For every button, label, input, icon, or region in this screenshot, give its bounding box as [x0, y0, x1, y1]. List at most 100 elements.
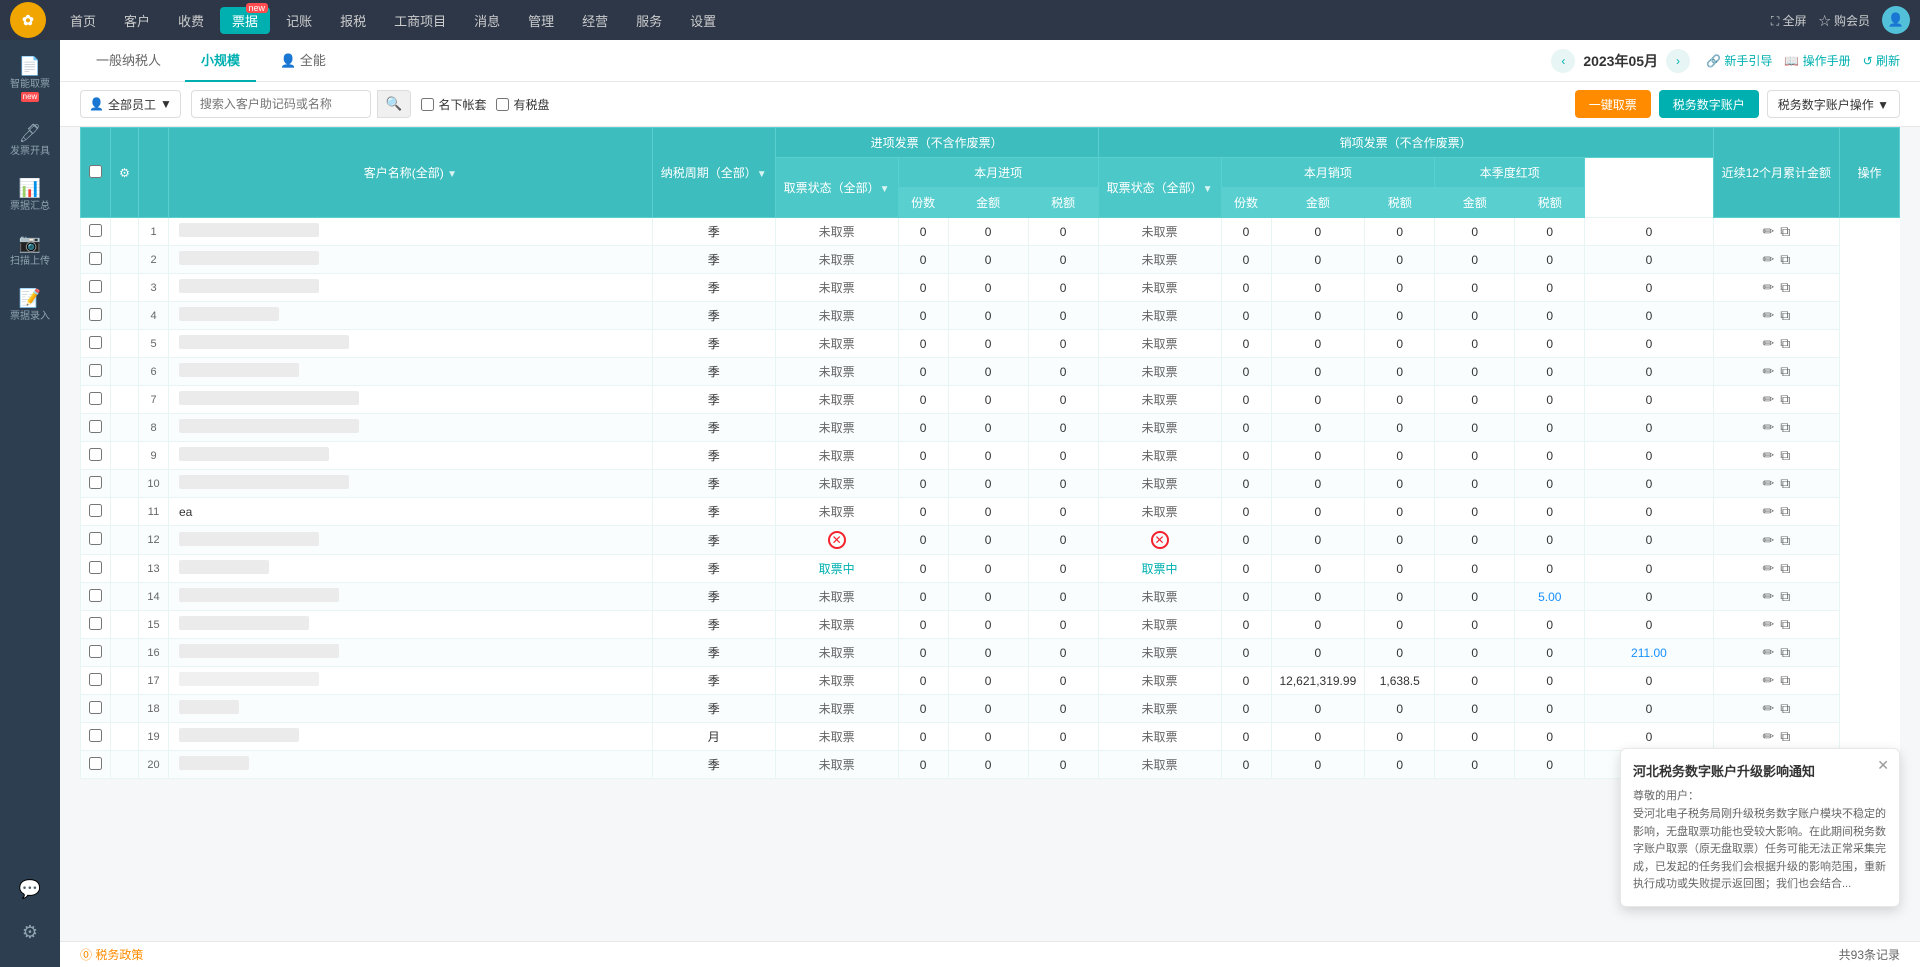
- edit-icon[interactable]: ✏: [1762, 391, 1774, 408]
- row-checkbox-cell[interactable]: [81, 302, 111, 330]
- sidebar-item-scan-upload[interactable]: 📷 扫描上传: [4, 225, 56, 276]
- edit-icon[interactable]: ✏: [1762, 419, 1774, 436]
- row-checkbox-cell[interactable]: [81, 386, 111, 414]
- nav-operation[interactable]: 经营: [570, 7, 620, 34]
- search-input[interactable]: [191, 90, 371, 118]
- row-checkbox-cell[interactable]: [81, 274, 111, 302]
- th-client-name[interactable]: 客户名称(全部) ▼: [169, 128, 653, 218]
- row-checkbox-cell[interactable]: [81, 526, 111, 555]
- edit-icon[interactable]: ✏: [1762, 251, 1774, 268]
- copy-icon[interactable]: ⧉: [1780, 644, 1790, 661]
- tax-disk-checkbox-label[interactable]: 有税盘: [496, 96, 549, 113]
- row-checkbox-cell[interactable]: [81, 639, 111, 667]
- copy-icon[interactable]: ⧉: [1780, 672, 1790, 689]
- select-all-checkbox[interactable]: [89, 165, 102, 178]
- copy-icon[interactable]: ⧉: [1780, 700, 1790, 717]
- refresh-btn[interactable]: ↺ 刷新: [1863, 52, 1900, 69]
- nav-settings[interactable]: 设置: [678, 7, 728, 34]
- copy-icon[interactable]: ⧉: [1780, 503, 1790, 520]
- row-checkbox[interactable]: [89, 392, 102, 405]
- edit-icon[interactable]: ✏: [1762, 588, 1774, 605]
- th-settings[interactable]: ⚙: [111, 128, 139, 218]
- nav-tax[interactable]: 报税: [328, 7, 378, 34]
- row-checkbox[interactable]: [89, 364, 102, 377]
- copy-icon[interactable]: ⧉: [1780, 279, 1790, 296]
- edit-icon[interactable]: ✏: [1762, 728, 1774, 745]
- row-checkbox[interactable]: [89, 673, 102, 686]
- th-checkbox[interactable]: [81, 128, 111, 218]
- tab-small-scale[interactable]: 小规模: [185, 40, 256, 82]
- sidebar-item-invoice-summary[interactable]: 📊 票据汇总: [4, 170, 56, 221]
- edit-icon[interactable]: ✏: [1762, 223, 1774, 240]
- nav-service[interactable]: 服务: [624, 7, 674, 34]
- copy-icon[interactable]: ⧉: [1780, 560, 1790, 577]
- row-checkbox-cell[interactable]: [81, 498, 111, 526]
- row-checkbox[interactable]: [89, 280, 102, 293]
- edit-icon[interactable]: ✏: [1762, 447, 1774, 464]
- row-checkbox-cell[interactable]: [81, 246, 111, 274]
- subledger-checkbox-label[interactable]: 名下帐套: [421, 96, 486, 113]
- edit-icon[interactable]: ✏: [1762, 700, 1774, 717]
- sidebar-item-invoice-open[interactable]: 🖊 发票开具: [4, 115, 56, 166]
- edit-icon[interactable]: ✏: [1762, 475, 1774, 492]
- copy-icon[interactable]: ⧉: [1780, 419, 1790, 436]
- copy-icon[interactable]: ⧉: [1780, 335, 1790, 352]
- edit-icon[interactable]: ✏: [1762, 307, 1774, 324]
- edit-icon[interactable]: ✏: [1762, 279, 1774, 296]
- copy-icon[interactable]: ⧉: [1780, 251, 1790, 268]
- sidebar-help[interactable]: 💬: [4, 871, 56, 910]
- copy-icon[interactable]: ⧉: [1780, 363, 1790, 380]
- th-tax-period[interactable]: 纳税周期（全部）▼: [652, 128, 775, 218]
- row-checkbox[interactable]: [89, 757, 102, 770]
- tax-disk-checkbox[interactable]: [496, 98, 509, 111]
- tax-policy-link[interactable]: ⓪ 税务政策: [80, 946, 143, 963]
- edit-icon[interactable]: ✏: [1762, 616, 1774, 633]
- row-checkbox[interactable]: [89, 645, 102, 658]
- copy-icon[interactable]: ⧉: [1780, 391, 1790, 408]
- notification-close-btn[interactable]: ✕: [1877, 757, 1889, 774]
- row-checkbox[interactable]: [89, 561, 102, 574]
- row-checkbox[interactable]: [89, 308, 102, 321]
- employee-select[interactable]: 👤 全部员工 ▼: [80, 90, 181, 118]
- edit-icon[interactable]: ✏: [1762, 532, 1774, 549]
- th-out-status[interactable]: 取票状态（全部）▼: [1098, 158, 1221, 218]
- row-checkbox-cell[interactable]: [81, 470, 111, 498]
- user-avatar[interactable]: 👤: [1882, 6, 1910, 34]
- nav-message[interactable]: 消息: [462, 7, 512, 34]
- tax-digital-ops-btn[interactable]: 税务数字账户操作 ▼: [1767, 90, 1900, 118]
- sidebar-item-smart-ticket[interactable]: 📄 智能取票new: [4, 48, 56, 111]
- copy-icon[interactable]: ⧉: [1780, 223, 1790, 240]
- fullscreen-btn[interactable]: ⛶ 全屏: [1771, 12, 1807, 29]
- row-checkbox-cell[interactable]: [81, 414, 111, 442]
- nav-fee[interactable]: 收费: [166, 7, 216, 34]
- row-checkbox[interactable]: [89, 476, 102, 489]
- row-checkbox[interactable]: [89, 701, 102, 714]
- nav-business[interactable]: 工商项目: [382, 7, 458, 34]
- row-checkbox[interactable]: [89, 532, 102, 545]
- row-checkbox[interactable]: [89, 224, 102, 237]
- row-checkbox-cell[interactable]: [81, 695, 111, 723]
- row-checkbox[interactable]: [89, 252, 102, 265]
- one-click-ticket-btn[interactable]: 一键取票: [1575, 90, 1651, 118]
- row-checkbox[interactable]: [89, 420, 102, 433]
- row-checkbox[interactable]: [89, 448, 102, 461]
- edit-icon[interactable]: ✏: [1762, 503, 1774, 520]
- row-checkbox-cell[interactable]: [81, 751, 111, 779]
- row-checkbox-cell[interactable]: [81, 723, 111, 751]
- row-checkbox[interactable]: [89, 336, 102, 349]
- nav-manage[interactable]: 管理: [516, 7, 566, 34]
- row-checkbox-cell[interactable]: [81, 667, 111, 695]
- tax-digital-account-btn[interactable]: 税务数字账户: [1659, 90, 1759, 118]
- copy-icon[interactable]: ⧉: [1780, 728, 1790, 745]
- copy-icon[interactable]: ⧉: [1780, 588, 1790, 605]
- new-guide-btn[interactable]: 🔗 新手引导: [1706, 52, 1772, 69]
- row-checkbox-cell[interactable]: [81, 611, 111, 639]
- row-checkbox[interactable]: [89, 504, 102, 517]
- edit-icon[interactable]: ✏: [1762, 363, 1774, 380]
- tab-general-taxpayer[interactable]: 一般纳税人: [80, 40, 177, 82]
- row-checkbox[interactable]: [89, 729, 102, 742]
- search-button[interactable]: 🔍: [377, 90, 412, 118]
- row-checkbox-cell[interactable]: [81, 442, 111, 470]
- edit-icon[interactable]: ✏: [1762, 335, 1774, 352]
- nav-home[interactable]: 首页: [58, 7, 108, 34]
